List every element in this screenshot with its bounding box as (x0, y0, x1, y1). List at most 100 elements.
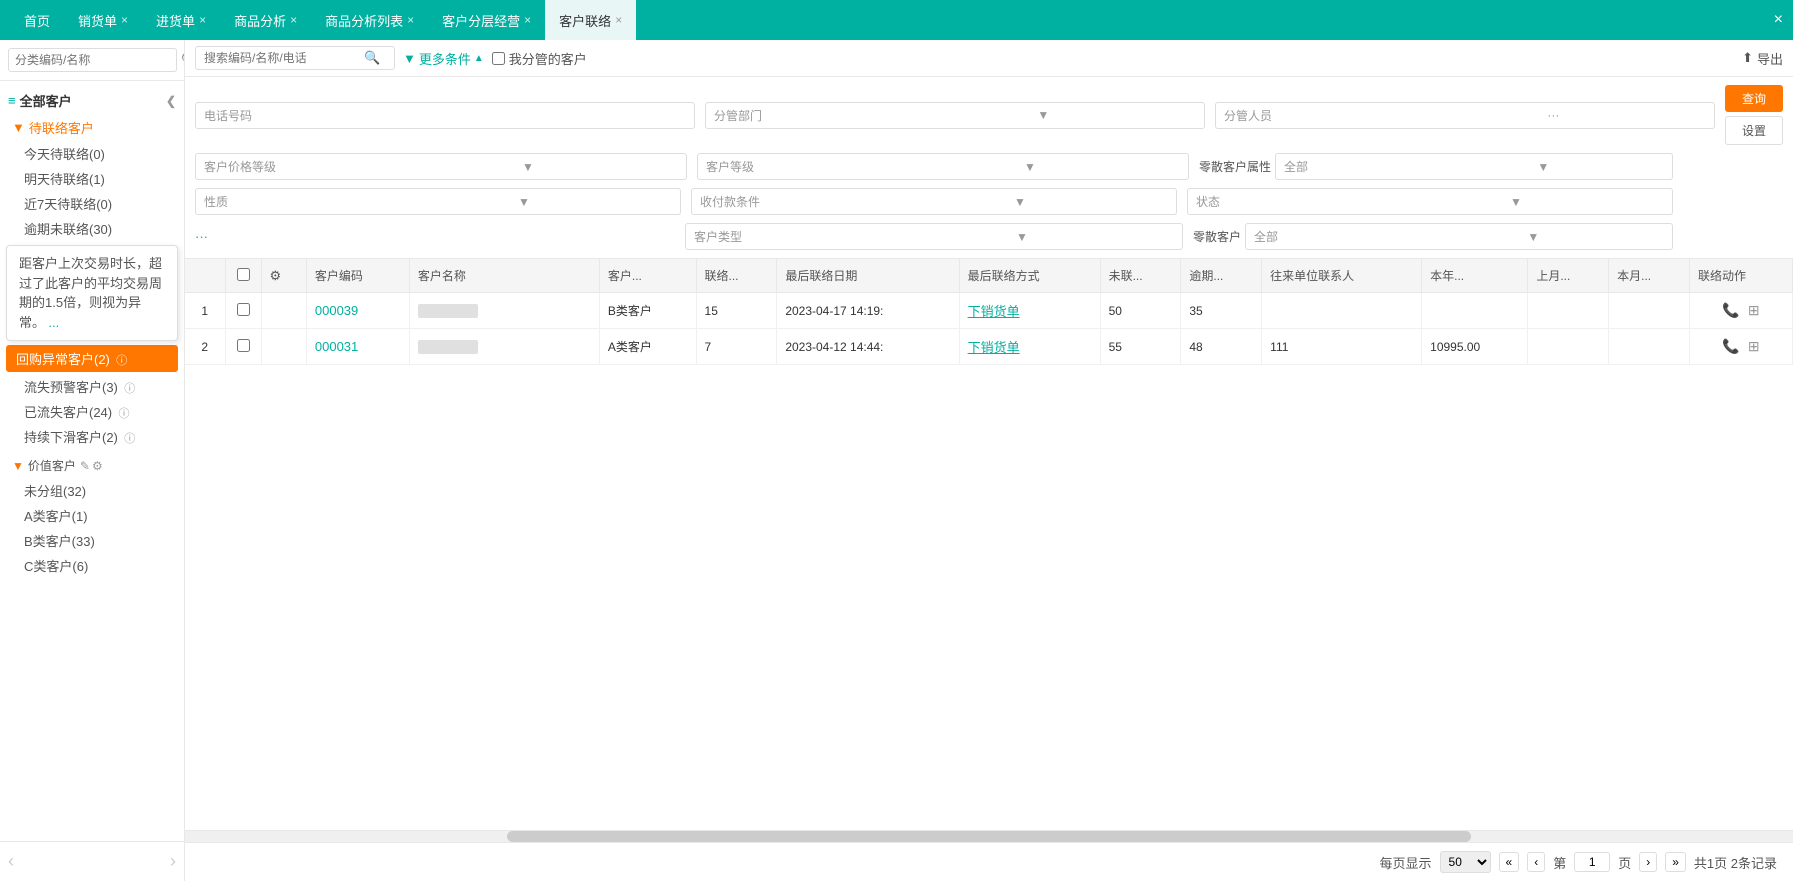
nav-customer-tier[interactable]: 客户分层经营 × (428, 0, 545, 40)
th-contact-count[interactable]: 联络... (696, 259, 777, 293)
phone-input[interactable] (258, 108, 686, 122)
page-size-select[interactable]: 50 100 200 (1440, 851, 1491, 873)
last-page-btn[interactable]: » (1665, 852, 1686, 872)
query-button[interactable]: 查询 (1725, 85, 1783, 112)
row-checkbox-1[interactable] (237, 303, 250, 316)
window-close-btn[interactable]: × (1774, 11, 1783, 29)
tree-item-repurchase-abnormal[interactable]: 回购异常客户(2) ⓘ (6, 345, 178, 372)
tree-all-customers[interactable]: ≡ 全部客户 ❮ (0, 87, 184, 114)
tree-item-b-class[interactable]: B类客户(33) (0, 528, 184, 553)
nav-sales-close[interactable]: × (121, 13, 128, 27)
th-overdue[interactable]: 逾期... (1181, 259, 1262, 293)
person-more-btn[interactable]: ··· (1547, 108, 1706, 122)
nav-customer-contact[interactable]: 客户联络 × (545, 0, 636, 40)
th-last-month[interactable]: 上月... (1528, 259, 1609, 293)
sidebar-collapse-btn[interactable]: ❮ (166, 94, 176, 108)
more-dots-btn[interactable]: ··· (195, 229, 208, 244)
cell-last-contact-method-2[interactable]: 下销货单 (959, 329, 1100, 365)
grid-action-icon-2[interactable]: ⊞ (1748, 338, 1760, 355)
my-customers-checkbox[interactable] (492, 52, 505, 65)
sidebar-search-icon[interactable]: 🔍 (181, 52, 185, 68)
field-gender[interactable]: 性质 ▼ (195, 188, 681, 215)
tree-item-ungroup[interactable]: 未分组(32) (0, 478, 184, 503)
tree-item-7days[interactable]: 近7天待联络(0) (0, 191, 184, 216)
retail-customer-dropdown[interactable]: 全部 ▼ (1245, 223, 1673, 250)
th-name[interactable]: 客户名称 (409, 259, 599, 293)
search-input[interactable] (204, 51, 364, 65)
retail-attr-dropdown[interactable]: 全部 ▼ (1275, 153, 1673, 180)
field-person[interactable]: 分管人员 ··· (1215, 102, 1715, 129)
tooltip-more-link[interactable]: ... (48, 315, 59, 330)
nav-purchase[interactable]: 进货单 × (142, 0, 220, 40)
field-customer-level[interactable]: 客户等级 ▼ (697, 153, 1189, 180)
tree-item-lost[interactable]: 已流失客户(24) ⓘ (0, 399, 184, 424)
nav-home[interactable]: 首页 (10, 0, 64, 40)
th-settings: ⚙ (261, 259, 306, 293)
sidebar-scroll-right[interactable]: › (170, 851, 176, 872)
scrollbar-thumb[interactable] (507, 831, 1472, 842)
cell-contact-count-1: 15 (696, 293, 777, 329)
more-conditions-btn[interactable]: ▼ 更多条件 ▲ (403, 49, 484, 68)
tree-item-a-class[interactable]: A类客户(1) (0, 503, 184, 528)
th-action[interactable]: 联络动作 (1689, 259, 1792, 293)
prev-page-btn[interactable]: ‹ (1527, 852, 1545, 872)
cell-not-contacted-2: 55 (1100, 329, 1181, 365)
cell-this-year-1 (1422, 293, 1528, 329)
nav-analysis[interactable]: 商品分析 × (220, 0, 311, 40)
th-code[interactable]: 客户编码 (306, 259, 409, 293)
th-last-contact-method[interactable]: 最后联络方式 (959, 259, 1100, 293)
page-number-input[interactable] (1574, 852, 1610, 872)
nav-analysis-close[interactable]: × (290, 13, 297, 27)
phone-action-icon-2[interactable]: 📞 (1722, 338, 1739, 355)
phone-action-icon-1[interactable]: 📞 (1722, 302, 1739, 319)
tree-item-overdue[interactable]: 逾期未联络(30) (0, 216, 184, 241)
nav-purchase-close[interactable]: × (199, 13, 206, 27)
field-status[interactable]: 状态 ▼ (1187, 188, 1673, 215)
tree-section-value[interactable]: ▼ (12, 459, 24, 473)
grid-action-icon-1[interactable]: ⊞ (1748, 302, 1760, 319)
field-payment[interactable]: 收付款条件 ▼ (691, 188, 1177, 215)
sidebar-scroll-left[interactable]: ‹ (8, 851, 14, 872)
status-arrow: ▼ (1510, 195, 1664, 209)
cell-code-2[interactable]: 000031 (306, 329, 409, 365)
nav-customer-tier-close[interactable]: × (524, 13, 531, 27)
tree-item-declining[interactable]: 持续下滑客户(2) ⓘ (0, 424, 184, 449)
tooltip-box: 距客户上次交易时长，超过了此客户的平均交易周期的1.5倍，则视为异常。 ... (6, 245, 178, 341)
table-settings-icon[interactable]: ⚙ (270, 268, 282, 283)
first-page-btn[interactable]: « (1499, 852, 1520, 872)
th-this-month[interactable]: 本月... (1609, 259, 1690, 293)
tree-item-today[interactable]: 今天待联络(0) (0, 141, 184, 166)
search-icon[interactable]: 🔍 (364, 50, 380, 66)
row-checkbox-2[interactable] (237, 339, 250, 352)
th-contacts[interactable]: 往来单位联系人 (1262, 259, 1422, 293)
field-dept[interactable]: 分管部门 ▼ (705, 102, 1205, 129)
tree-item-lost-pre[interactable]: 流失预警客户(3) ⓘ (0, 374, 184, 399)
th-last-contact-date[interactable]: 最后联络日期 (777, 259, 959, 293)
nav-analysis-list[interactable]: 商品分析列表 × (311, 0, 428, 40)
nav-customer-contact-close[interactable]: × (615, 13, 622, 27)
cell-code-1[interactable]: 000039 (306, 293, 409, 329)
th-type[interactable]: 客户... (599, 259, 696, 293)
cell-type-2: A类客户 (599, 329, 696, 365)
info-icon-lost-pre: ⓘ (124, 383, 135, 395)
next-page-btn[interactable]: › (1639, 852, 1657, 872)
th-this-year[interactable]: 本年... (1422, 259, 1528, 293)
tree-section-pending[interactable]: ▼ 待联络客户 (0, 114, 184, 141)
value-section-edit-icon[interactable]: ✎ (80, 459, 90, 473)
cell-not-contacted-1: 50 (1100, 293, 1181, 329)
field-price-level[interactable]: 客户价格等级 ▼ (195, 153, 687, 180)
horizontal-scrollbar[interactable] (185, 830, 1793, 842)
field-customer-type[interactable]: 客户类型 ▼ (685, 223, 1183, 250)
export-btn[interactable]: ⬆ 导出 (1742, 49, 1783, 68)
value-section-settings-icon[interactable]: ⚙ (92, 459, 103, 473)
tree-item-c-class[interactable]: C类客户(6) (0, 553, 184, 578)
settings-button[interactable]: 设置 (1725, 116, 1783, 145)
th-not-contacted[interactable]: 未联... (1100, 259, 1181, 293)
cell-last-contact-method-1[interactable]: 下销货单 (959, 293, 1100, 329)
customer-table: ⚙ 客户编码 客户名称 客户... 联络... 最后联络日期 最后联络方式 未联… (185, 259, 1793, 365)
nav-sales[interactable]: 销货单 × (64, 0, 142, 40)
select-all-checkbox[interactable] (237, 268, 250, 281)
nav-analysis-list-close[interactable]: × (407, 13, 414, 27)
tree-item-tomorrow[interactable]: 明天待联络(1) (0, 166, 184, 191)
sidebar-search-input[interactable] (8, 48, 177, 72)
